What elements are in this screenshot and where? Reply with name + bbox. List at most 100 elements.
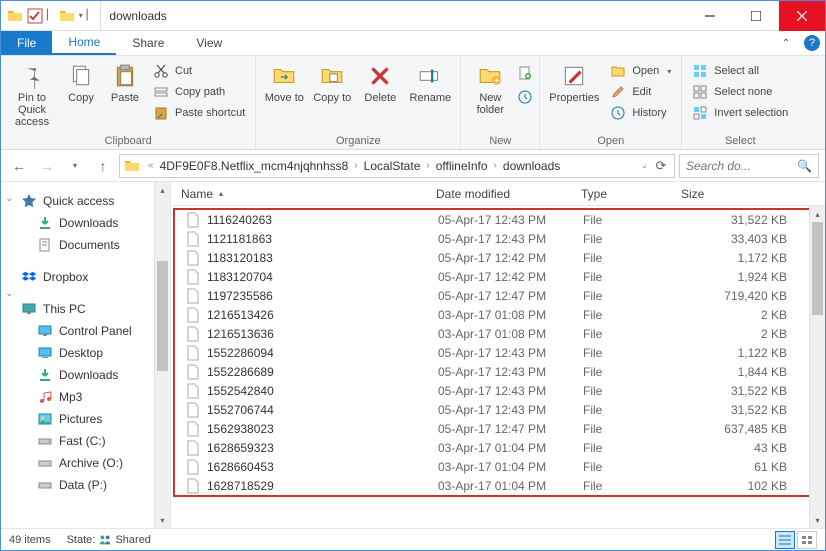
details-view-button[interactable] xyxy=(775,531,795,549)
file-row[interactable]: 162866045303-Apr-17 01:04 PMFile61 KB xyxy=(175,457,811,476)
pin-to-quick-access-button[interactable]: Pin to Quick access xyxy=(7,59,57,132)
scroll-thumb[interactable] xyxy=(157,261,168,371)
select-none-button[interactable]: Select none xyxy=(688,82,792,102)
paste-shortcut-button[interactable]: Paste shortcut xyxy=(149,103,249,123)
breadcrumb[interactable]: « 4DF9E0F8.Netflix_mcm4njqhnhss8 › Local… xyxy=(119,154,675,178)
open-button[interactable]: Open▾ xyxy=(606,61,675,81)
breadcrumb-dropdown-icon[interactable]: ⌄ xyxy=(636,160,652,171)
file-row[interactable]: 112118186305-Apr-17 12:43 PMFile33,403 K… xyxy=(175,229,811,248)
invert-selection-button[interactable]: Invert selection xyxy=(688,103,792,123)
file-list[interactable]: 111624026305-Apr-17 12:43 PMFile31,522 K… xyxy=(171,206,825,528)
breadcrumb-overflow-icon[interactable]: « xyxy=(144,160,158,171)
search-box[interactable]: 🔍 xyxy=(679,154,819,178)
tab-home[interactable]: Home xyxy=(52,31,116,55)
up-button[interactable]: ↑ xyxy=(91,154,115,178)
nav-downloads-2[interactable]: Downloads xyxy=(1,364,170,386)
search-icon[interactable]: 🔍 xyxy=(797,159,812,173)
nav-fast-c[interactable]: Fast (C:) xyxy=(1,430,170,452)
paste-button[interactable]: Paste xyxy=(105,59,145,108)
new-folder-button[interactable]: New folder xyxy=(467,59,513,120)
file-row[interactable]: 155270674405-Apr-17 12:43 PMFile31,522 K… xyxy=(175,400,811,419)
file-name-cell: 1197235586 xyxy=(175,288,428,304)
nav-scrollbar[interactable]: ▴ ▾ xyxy=(154,182,170,528)
scroll-thumb[interactable] xyxy=(812,222,823,315)
quick-access-toolbar: ▏ ▾ ▏ xyxy=(1,1,101,30)
copy-button[interactable]: Copy xyxy=(61,59,101,108)
file-row[interactable]: 118312070405-Apr-17 12:42 PMFile1,924 KB xyxy=(175,267,811,286)
file-row[interactable]: 156293802305-Apr-17 12:47 PMFile637,485 … xyxy=(175,419,811,438)
nav-pictures[interactable]: Pictures xyxy=(1,408,170,430)
breadcrumb-segment[interactable]: 4DF9E0F8.Netflix_mcm4njqhnhss8 xyxy=(158,159,351,173)
navigation-pane[interactable]: ⌄Quick access Downloads Documents Dropbo… xyxy=(1,182,171,528)
minimize-button[interactable] xyxy=(687,1,733,31)
file-row[interactable]: 118312018305-Apr-17 12:42 PMFile1,172 KB xyxy=(175,248,811,267)
breadcrumb-segment[interactable]: LocalState xyxy=(362,159,423,173)
recent-locations-button[interactable]: ▾ xyxy=(63,154,87,178)
nav-control-panel[interactable]: Control Panel xyxy=(1,320,170,342)
delete-button[interactable]: Delete xyxy=(358,59,402,108)
column-name[interactable]: Name▴ xyxy=(171,182,426,205)
tab-view[interactable]: View xyxy=(180,31,238,55)
file-name-cell: 1552286094 xyxy=(175,345,428,361)
nav-dropbox[interactable]: Dropbox xyxy=(1,266,170,288)
content-scrollbar[interactable]: ▴ ▾ xyxy=(809,206,825,528)
edit-button[interactable]: Edit xyxy=(606,82,675,102)
refresh-button[interactable]: ⟳ xyxy=(652,154,670,178)
column-date[interactable]: Date modified xyxy=(426,182,571,205)
select-all-button[interactable]: Select all xyxy=(688,61,792,81)
easy-access-icon[interactable] xyxy=(517,89,533,105)
file-row[interactable]: 111624026305-Apr-17 12:43 PMFile31,522 K… xyxy=(175,210,811,229)
scroll-up-button[interactable]: ▴ xyxy=(155,182,170,198)
nav-archive-o[interactable]: Archive (O:) xyxy=(1,452,170,474)
search-input[interactable] xyxy=(686,159,797,173)
scroll-down-button[interactable]: ▾ xyxy=(810,512,825,528)
breadcrumb-segment[interactable]: offlineInfo xyxy=(434,159,490,173)
file-date-cell: 05-Apr-17 12:47 PM xyxy=(428,289,573,303)
breadcrumb-segment[interactable]: downloads xyxy=(501,159,562,173)
tab-share[interactable]: Share xyxy=(116,31,180,55)
file-row[interactable]: 155254284005-Apr-17 12:43 PMFile31,522 K… xyxy=(175,381,811,400)
file-row[interactable]: 155228668905-Apr-17 12:43 PMFile1,844 KB xyxy=(175,362,811,381)
help-button[interactable]: ? xyxy=(799,31,825,55)
move-to-button[interactable]: Move to xyxy=(262,59,306,108)
file-row[interactable]: 121651342603-Apr-17 01:08 PMFile2 KB xyxy=(175,305,811,324)
column-size[interactable]: Size xyxy=(671,182,825,205)
cut-button[interactable]: Cut xyxy=(149,61,249,81)
nav-data-p[interactable]: Data (P:) xyxy=(1,474,170,496)
chevron-right-icon[interactable]: › xyxy=(422,160,433,171)
properties-button[interactable]: Properties xyxy=(546,59,602,108)
checkbox-icon[interactable] xyxy=(27,8,43,24)
history-button[interactable]: History xyxy=(606,103,675,123)
chevron-right-icon[interactable]: › xyxy=(350,160,361,171)
large-icons-view-button[interactable] xyxy=(797,531,817,549)
copy-to-button[interactable]: Copy to xyxy=(310,59,354,108)
file-row[interactable]: 119723558605-Apr-17 12:47 PMFile719,420 … xyxy=(175,286,811,305)
file-date-cell: 05-Apr-17 12:47 PM xyxy=(428,422,573,436)
nav-downloads[interactable]: Downloads xyxy=(1,212,170,234)
maximize-button[interactable] xyxy=(733,1,779,31)
file-name-cell: 1552286689 xyxy=(175,364,428,380)
column-type[interactable]: Type xyxy=(571,182,671,205)
nav-desktop[interactable]: Desktop xyxy=(1,342,170,364)
chevron-right-icon[interactable]: › xyxy=(490,160,501,171)
file-name: 1628659323 xyxy=(207,441,274,455)
nav-documents[interactable]: Documents xyxy=(1,234,170,256)
file-row[interactable]: 121651363603-Apr-17 01:08 PMFile2 KB xyxy=(175,324,811,343)
scroll-up-button[interactable]: ▴ xyxy=(810,206,825,222)
ribbon-collapse-button[interactable]: ⌃ xyxy=(773,31,799,55)
copy-path-button[interactable]: Copy path xyxy=(149,82,249,102)
back-button[interactable]: ← xyxy=(7,154,31,178)
nav-mp3[interactable]: Mp3 xyxy=(1,386,170,408)
tab-file[interactable]: File xyxy=(1,31,52,55)
qat-dropdown-icon[interactable]: ▾ xyxy=(79,11,83,20)
rename-button[interactable]: Rename xyxy=(406,59,454,108)
file-row[interactable]: 162871852903-Apr-17 01:04 PMFile102 KB xyxy=(175,476,811,495)
new-item-icon[interactable] xyxy=(517,65,533,81)
file-row[interactable]: 155228609405-Apr-17 12:43 PMFile1,122 KB xyxy=(175,343,811,362)
close-button[interactable] xyxy=(779,1,825,31)
scroll-down-button[interactable]: ▾ xyxy=(155,512,170,528)
forward-button[interactable]: → xyxy=(35,154,59,178)
file-row[interactable]: 162865932303-Apr-17 01:04 PMFile43 KB xyxy=(175,438,811,457)
nav-this-pc[interactable]: ⌄This PC xyxy=(1,298,170,320)
nav-quick-access[interactable]: ⌄Quick access xyxy=(1,190,170,212)
